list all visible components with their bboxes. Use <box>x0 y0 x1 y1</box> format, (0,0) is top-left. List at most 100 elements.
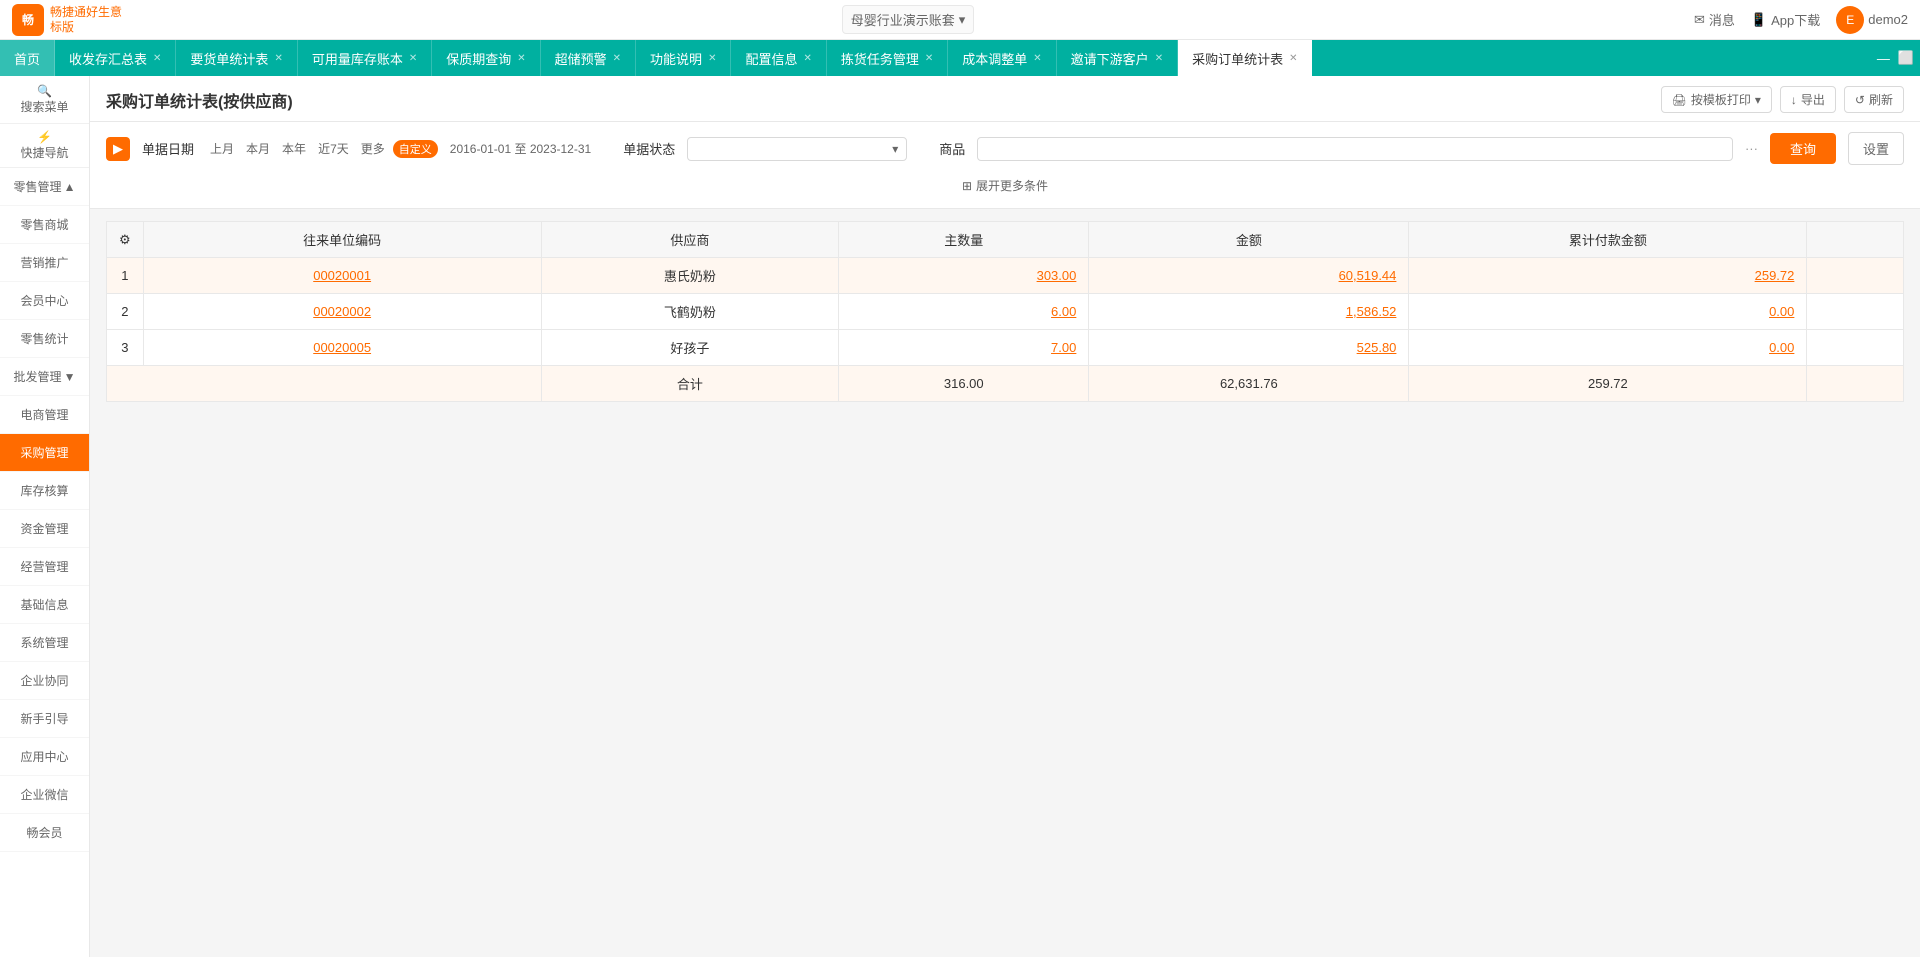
tab-close-icon[interactable]: ✕ <box>613 53 621 64</box>
filter-toggle-button[interactable]: ▶ <box>106 137 130 161</box>
row-amount[interactable]: 1,586.52 <box>1089 294 1409 330</box>
page-area: 采购订单统计表(按供应商) 🖨 按模板打印 ▾ ↓ 导出 ↺ 刷新 <box>90 76 1920 957</box>
page-header-actions: 🖨 按模板打印 ▾ ↓ 导出 ↺ 刷新 <box>1661 86 1904 113</box>
tab-collect-pay[interactable]: 收发存汇总表 ✕ <box>55 40 176 76</box>
tab-close-icon[interactable]: ✕ <box>925 53 933 64</box>
tab-close-icon[interactable]: ✕ <box>803 53 811 64</box>
tab-close-icon[interactable]: ✕ <box>1155 53 1163 64</box>
tab-overflow-button[interactable]: — ⬜ <box>1871 50 1920 66</box>
tab-home[interactable]: 首页 <box>0 40 55 76</box>
sidebar-item-app-center[interactable]: 应用中心 <box>0 738 89 776</box>
settings-button[interactable]: 设置 <box>1848 132 1904 165</box>
workspace-arrow-icon: ▾ <box>959 12 966 28</box>
row-code[interactable]: 00020001 <box>143 258 541 294</box>
logo-text: 畅捷通好生意 标版 <box>50 5 122 34</box>
avatar: E <box>1836 6 1864 34</box>
sidebar-item-ecommerce[interactable]: 电商管理 <box>0 396 89 434</box>
tab-invite-downstream[interactable]: 邀请下游客户 ✕ <box>1057 40 1178 76</box>
date-range-display: 2016-01-01 至 2023-12-31 <box>450 140 591 157</box>
export-icon: ↓ <box>1791 93 1797 107</box>
col-quantity: 主数量 <box>839 222 1089 258</box>
goods-search-input[interactable] <box>977 137 1733 161</box>
shortcut-this-month[interactable]: 本月 <box>242 138 274 159</box>
footer-supplier-cell: 合计 <box>541 366 839 402</box>
dropdown-arrow-icon: ▾ <box>1755 93 1761 107</box>
tab-close-icon[interactable]: ✕ <box>274 53 282 64</box>
sidebar-item-system[interactable]: 系统管理 <box>0 624 89 662</box>
sidebar: 🔍 搜索菜单 ⚡ 快捷导航 零售管理 ▲ 零售商城 营销推广 会员中心 零售统计… <box>0 76 90 957</box>
shortcut-7days[interactable]: 近7天 <box>314 138 353 159</box>
top-bar: 畅 畅捷通好生意 标版 母婴行业演示账套 ▾ ✉ 消息 📱 App下载 E de… <box>0 0 1920 40</box>
message-button[interactable]: ✉ 消息 <box>1694 10 1735 29</box>
tab-close-icon[interactable]: ✕ <box>708 53 716 64</box>
sidebar-item-member[interactable]: 会员中心 <box>0 282 89 320</box>
tab-close-icon[interactable]: ✕ <box>517 53 525 64</box>
row-amount[interactable]: 60,519.44 <box>1089 258 1409 294</box>
message-icon: ✉ <box>1694 12 1705 28</box>
status-select[interactable]: ▾ <box>687 137 907 161</box>
row-code[interactable]: 00020002 <box>143 294 541 330</box>
table-footer-row: 合计 316.00 62,631.76 259.72 <box>107 366 1904 402</box>
more-options-icon[interactable]: ··· <box>1745 141 1758 156</box>
tab-close-icon[interactable]: ✕ <box>153 53 161 64</box>
row-code[interactable]: 00020005 <box>143 330 541 366</box>
tab-expiry-query[interactable]: 保质期查询 ✕ <box>432 40 540 76</box>
sidebar-item-retail-stats[interactable]: 零售统计 <box>0 320 89 358</box>
goods-filter-label: 商品 <box>939 139 965 158</box>
app-download-button[interactable]: 📱 App下载 <box>1751 10 1820 29</box>
tab-close-icon[interactable]: ✕ <box>1033 53 1041 64</box>
footer-quantity-cell: 316.00 <box>839 366 1089 402</box>
sidebar-item-finance[interactable]: 资金管理 <box>0 510 89 548</box>
sidebar-quick-nav[interactable]: ⚡ 快捷导航 <box>0 124 89 168</box>
sidebar-item-marketing[interactable]: 营销推广 <box>0 244 89 282</box>
export-button[interactable]: ↓ 导出 <box>1780 86 1836 113</box>
search-button[interactable]: 查询 <box>1770 133 1836 164</box>
tab-overstock-warning[interactable]: 超储预警 ✕ <box>541 40 636 76</box>
shortcut-this-year[interactable]: 本年 <box>278 138 310 159</box>
row-quantity[interactable]: 303.00 <box>839 258 1089 294</box>
sidebar-item-retail-mall[interactable]: 零售商城 <box>0 206 89 244</box>
tab-close-icon[interactable]: ✕ <box>1289 53 1297 64</box>
tab-func-desc[interactable]: 功能说明 ✕ <box>636 40 731 76</box>
refresh-button[interactable]: ↺ 刷新 <box>1844 86 1904 113</box>
sidebar-item-purchase[interactable]: 采购管理 <box>0 434 89 472</box>
row-extra <box>1807 294 1904 330</box>
row-quantity[interactable]: 7.00 <box>839 330 1089 366</box>
arrow-right-icon: ▶ <box>113 141 123 157</box>
row-amount[interactable]: 525.80 <box>1089 330 1409 366</box>
col-paid: 累计付款金额 <box>1409 222 1807 258</box>
sidebar-item-retail[interactable]: 零售管理 ▲ <box>0 168 89 206</box>
user-menu[interactable]: E demo2 <box>1836 6 1908 34</box>
template-print-button[interactable]: 🖨 按模板打印 ▾ <box>1661 86 1772 113</box>
tab-close-icon[interactable]: ✕ <box>409 53 417 64</box>
logo-icon: 畅 <box>12 4 44 36</box>
workspace-selector[interactable]: 母婴行业演示账套 ▾ <box>842 5 975 34</box>
row-paid[interactable]: 0.00 <box>1409 330 1807 366</box>
tab-config-info[interactable]: 配置信息 ✕ <box>731 40 826 76</box>
sidebar-item-newbie[interactable]: 新手引导 <box>0 700 89 738</box>
custom-date-badge[interactable]: 自定义 <box>393 140 438 158</box>
tab-available-stock[interactable]: 可用量库存账本 ✕ <box>298 40 432 76</box>
shortcut-last-month[interactable]: 上月 <box>206 138 238 159</box>
expand-more-button[interactable]: ⊞ 展开更多条件 <box>106 173 1904 198</box>
tab-cost-adjust[interactable]: 成本调整单 ✕ <box>948 40 1056 76</box>
gear-icon[interactable]: ⚙ <box>119 232 131 247</box>
sidebar-item-wholesale[interactable]: 批发管理 ▼ <box>0 358 89 396</box>
col-settings[interactable]: ⚙ <box>107 222 144 258</box>
logo-area: 畅 畅捷通好生意 标版 <box>12 4 122 36</box>
sidebar-item-inventory[interactable]: 库存核算 <box>0 472 89 510</box>
row-paid[interactable]: 259.72 <box>1409 258 1807 294</box>
sidebar-item-wechat[interactable]: 企业微信 <box>0 776 89 814</box>
sidebar-item-vip[interactable]: 畅会员 <box>0 814 89 852</box>
filter-area: ▶ 单据日期 上月 本月 本年 近7天 更多 自定义 2016-01-01 至 … <box>90 122 1920 209</box>
sidebar-item-ops[interactable]: 经营管理 <box>0 548 89 586</box>
sidebar-item-basic[interactable]: 基础信息 <box>0 586 89 624</box>
tab-purchase-stats[interactable]: 采购订单统计表 ✕ <box>1178 40 1312 76</box>
row-paid[interactable]: 0.00 <box>1409 294 1807 330</box>
sidebar-search[interactable]: 🔍 搜索菜单 <box>0 76 89 124</box>
tab-goods-stats[interactable]: 要货单统计表 ✕ <box>176 40 297 76</box>
sidebar-item-enterprise[interactable]: 企业协同 <box>0 662 89 700</box>
tab-pick-task[interactable]: 拣货任务管理 ✕ <box>827 40 948 76</box>
shortcut-more[interactable]: 更多 <box>357 138 389 159</box>
row-quantity[interactable]: 6.00 <box>839 294 1089 330</box>
